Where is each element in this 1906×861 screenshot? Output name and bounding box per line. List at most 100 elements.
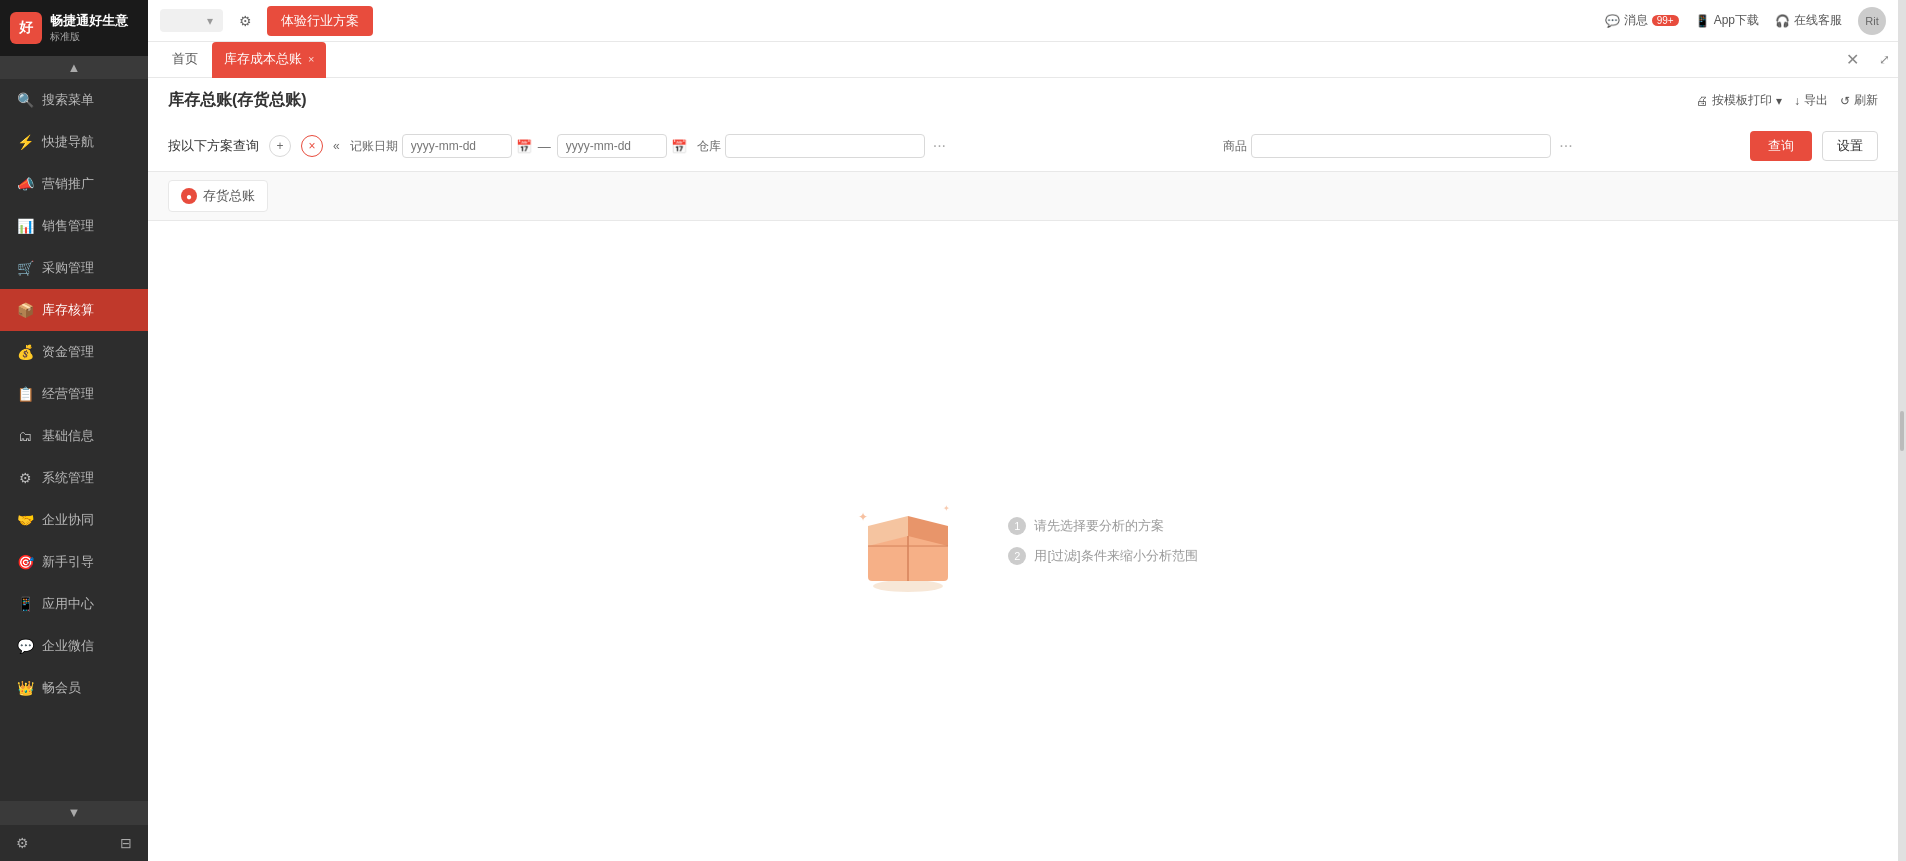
app-download-button[interactable]: 📱 App下载 — [1695, 12, 1759, 29]
export-button[interactable]: ↓ 导出 — [1794, 92, 1828, 109]
sidebar-item-member[interactable]: 👑 畅会员 — [0, 667, 148, 709]
sidebar-item-purchase[interactable]: 🛒 采购管理 — [0, 247, 148, 289]
topbar-left: ▾ ⚙ 体验行业方案 — [160, 6, 1597, 36]
logo-badge: 标准版 — [50, 30, 128, 44]
sidebar: 好 畅捷通好生意 标准版 ▲ 🔍 搜索菜单 ⚡ 快捷导航 📣 营销推广 📊 销售… — [0, 0, 148, 861]
warehouse-more-icon[interactable]: ··· — [929, 137, 950, 155]
hint-item-1: 1 请先选择要分析的方案 — [1008, 517, 1197, 535]
message-button[interactable]: 💬 消息 99+ — [1605, 12, 1679, 29]
panel-close-button[interactable]: ✕ — [1834, 42, 1871, 78]
headset-icon: 🎧 — [1775, 14, 1790, 28]
gear-button[interactable]: ⚙ — [231, 7, 259, 35]
sidebar-item-label: 搜索菜单 — [42, 91, 94, 109]
wechat-icon: 💬 — [16, 638, 34, 654]
collapse-sidebar-icon[interactable]: ⊟ — [120, 835, 132, 851]
product-more-icon[interactable]: ··· — [1555, 137, 1576, 155]
sidebar-item-label: 营销推广 — [42, 175, 94, 193]
message-icon: 💬 — [1605, 14, 1620, 28]
empty-hints: 1 请先选择要分析的方案 2 用[过滤]条件来缩小分析范围 — [1008, 517, 1197, 565]
sidebar-item-quick-nav[interactable]: ⚡ 快捷导航 — [0, 121, 148, 163]
sidebar-item-label: 企业协同 — [42, 511, 94, 529]
warehouse-input[interactable] — [725, 134, 925, 158]
sidebar-nav: 🔍 搜索菜单 ⚡ 快捷导航 📣 营销推广 📊 销售管理 🛒 采购管理 📦 库存核… — [0, 79, 148, 801]
filter-add-button[interactable]: + — [269, 135, 291, 157]
sidebar-item-label: 经营管理 — [42, 385, 94, 403]
sidebar-item-label: 快捷导航 — [42, 133, 94, 151]
calendar-to-icon[interactable]: 📅 — [671, 139, 687, 154]
sidebar-item-system[interactable]: ⚙ 系统管理 — [0, 457, 148, 499]
settings-button[interactable]: 设置 — [1822, 131, 1878, 161]
sidebar-item-label: 系统管理 — [42, 469, 94, 487]
sidebar-item-label: 库存核算 — [42, 301, 94, 319]
date-to-input[interactable] — [557, 134, 667, 158]
breadcrumb-text — [170, 13, 203, 28]
sidebar-item-cooperation[interactable]: 🤝 企业协同 — [0, 499, 148, 541]
sidebar-item-sales[interactable]: 📊 销售管理 — [0, 205, 148, 247]
tab-home[interactable]: 首页 — [158, 42, 212, 78]
sidebar-item-search[interactable]: 🔍 搜索菜单 — [0, 79, 148, 121]
sidebar-item-basic[interactable]: 🗂 基础信息 — [0, 415, 148, 457]
sub-nav-item-inventory-ledger[interactable]: ● 存货总账 — [168, 180, 268, 212]
sidebar-item-label: 企业微信 — [42, 637, 94, 655]
hint-num-2: 2 — [1008, 547, 1026, 565]
query-button[interactable]: 查询 — [1750, 131, 1812, 161]
filter-label: 按以下方案查询 — [168, 137, 259, 155]
tab-active-label: 库存成本总账 — [224, 50, 302, 68]
inventory-icon: 📦 — [16, 302, 34, 318]
page-actions: 🖨 按模板打印 ▾ ↓ 导出 ↺ 刷新 — [1696, 92, 1878, 109]
sidebar-item-inventory[interactable]: 📦 库存核算 — [0, 289, 148, 331]
warehouse-label: 仓库 — [697, 138, 721, 155]
filter-collapse-button[interactable]: « — [333, 139, 340, 153]
print-button[interactable]: 🖨 按模板打印 ▾ — [1696, 92, 1782, 109]
panel-expand-button[interactable]: ⤢ — [1871, 52, 1898, 67]
date-separator: — — [538, 139, 551, 154]
basic-icon: 🗂 — [16, 428, 34, 444]
date-field: 记账日期 📅 — 📅 — [350, 134, 687, 158]
right-panel-handle[interactable] — [1898, 0, 1906, 861]
sidebar-item-apps[interactable]: 📱 应用中心 — [0, 583, 148, 625]
avatar: Rit — [1858, 7, 1886, 35]
logo-icon: 好 — [10, 12, 42, 44]
export-label: 导出 — [1804, 92, 1828, 109]
sidebar-item-label: 资金管理 — [42, 343, 94, 361]
sidebar-item-label: 应用中心 — [42, 595, 94, 613]
tab-close-icon[interactable]: × — [308, 53, 314, 65]
message-badge: 99+ — [1652, 15, 1679, 26]
date-from-input[interactable] — [402, 134, 512, 158]
app-icon: 📱 — [1695, 14, 1710, 28]
sidebar-item-finance[interactable]: 💰 资金管理 — [0, 331, 148, 373]
operation-icon: 📋 — [16, 386, 34, 402]
sidebar-scroll-down[interactable]: ▼ — [0, 801, 148, 824]
sidebar-item-guide[interactable]: 🎯 新手引导 — [0, 541, 148, 583]
filter-clear-button[interactable]: × — [301, 135, 323, 157]
sidebar-item-marketing[interactable]: 📣 营销推广 — [0, 163, 148, 205]
calendar-from-icon[interactable]: 📅 — [516, 139, 532, 154]
sidebar-item-operation[interactable]: 📋 经营管理 — [0, 373, 148, 415]
empty-illustration: ✦ ✦ — [848, 481, 968, 601]
tab-inventory-ledger[interactable]: 库存成本总账 × — [212, 42, 326, 78]
sidebar-item-label: 畅会员 — [42, 679, 81, 697]
print-label: 按模板打印 — [1712, 92, 1772, 109]
industry-button[interactable]: 体验行业方案 — [267, 6, 373, 36]
tabbar: 首页 库存成本总账 × ✕ ⤢ — [148, 42, 1898, 78]
svg-point-0 — [873, 580, 943, 592]
logo-main-text: 畅捷通好生意 — [50, 12, 128, 30]
user-menu[interactable]: Rit — [1858, 7, 1886, 35]
empty-state: ✦ ✦ 1 请先选择要分析的方案 2 用[过滤]条件来缩小分析范围 — [148, 221, 1898, 861]
sidebar-scroll-up[interactable]: ▲ — [0, 56, 148, 79]
product-input[interactable] — [1251, 134, 1551, 158]
cooperation-icon: 🤝 — [16, 512, 34, 528]
search-icon: 🔍 — [16, 92, 34, 108]
refresh-button[interactable]: ↺ 刷新 — [1840, 92, 1878, 109]
product-label: 商品 — [1223, 138, 1247, 155]
sub-nav-label: 存货总账 — [203, 187, 255, 205]
sidebar-item-wechat[interactable]: 💬 企业微信 — [0, 625, 148, 667]
date-label: 记账日期 — [350, 138, 398, 155]
hint-item-2: 2 用[过滤]条件来缩小分析范围 — [1008, 547, 1197, 565]
sidebar-item-label: 基础信息 — [42, 427, 94, 445]
settings-icon[interactable]: ⚙ — [16, 835, 29, 851]
breadcrumb[interactable]: ▾ — [160, 9, 223, 32]
support-button[interactable]: 🎧 在线客服 — [1775, 12, 1842, 29]
sidebar-bottom: ⚙ ⊟ — [0, 824, 148, 861]
marketing-icon: 📣 — [16, 176, 34, 192]
